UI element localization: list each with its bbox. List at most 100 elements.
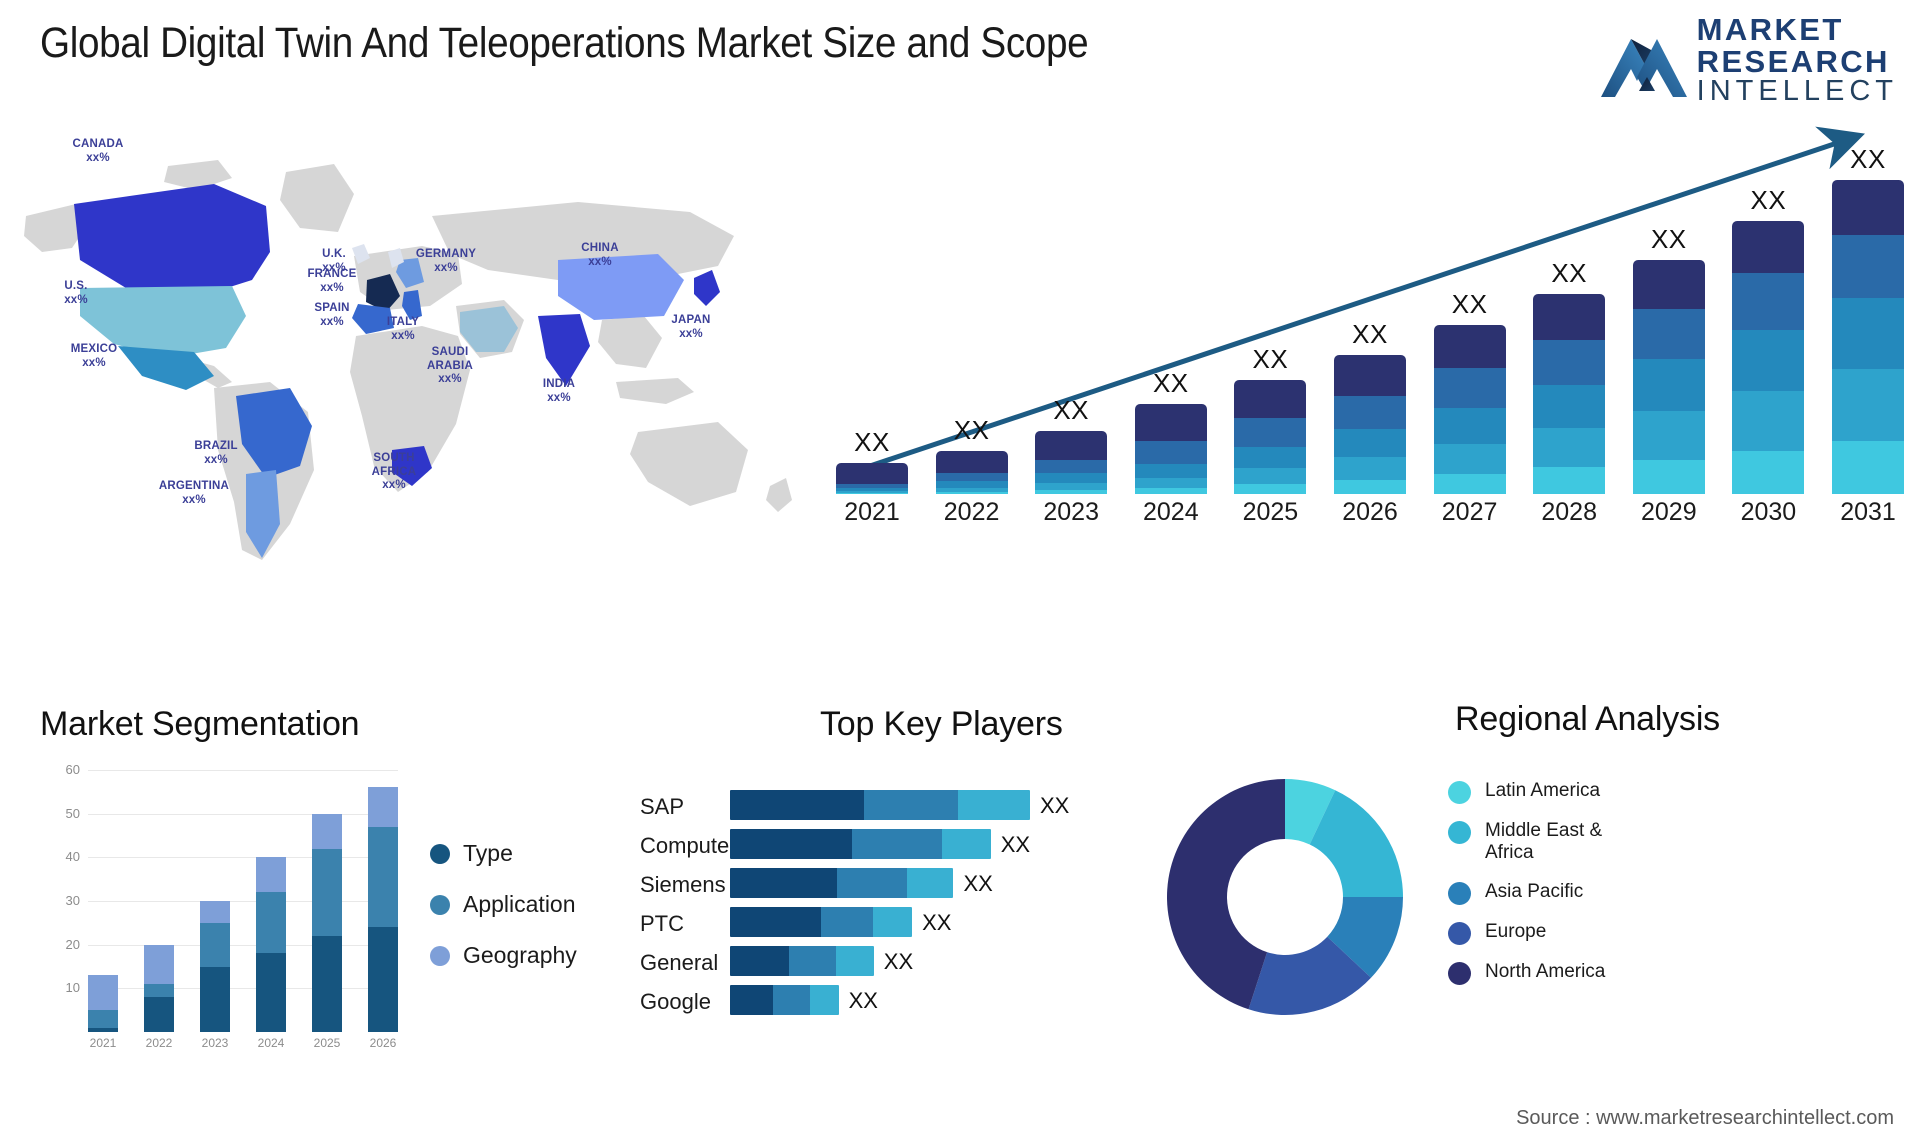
forecast-bar-segment <box>1433 325 1506 369</box>
forecast-bar-segment <box>836 463 908 485</box>
key-player-value-label: XX <box>883 949 914 974</box>
market-size-forecast-chart: XX XX XX XX XX XX XX XX XX XX XX 2021 2022 2023 2024 2… <box>836 122 1904 542</box>
forecast-bar-stack <box>1632 260 1705 494</box>
forecast-bar-segment <box>1334 429 1406 457</box>
map-label-mexico: MEXICO xx% <box>70 343 118 369</box>
key-player-value-label: XX <box>922 910 952 935</box>
key-player-bar-segment <box>957 790 1030 820</box>
forecast-bar-segment <box>1632 459 1705 494</box>
forecast-bar-stack <box>1035 431 1108 494</box>
forecast-year-label: 2031 <box>1840 498 1896 526</box>
regional-legend-item[interactable]: Latin America <box>1448 780 1635 804</box>
regional-legend-label: Europe <box>1485 920 1547 942</box>
segmentation-gridline <box>88 901 398 902</box>
forecast-bar-segment <box>1234 380 1307 418</box>
forecast-bar-segment <box>935 491 1008 494</box>
regional-analysis-title: Regional Analysis <box>1455 700 1720 738</box>
forecast-year-label: 2028 <box>1541 498 1597 526</box>
forecast-bar-value-label: XX <box>1850 144 1886 174</box>
forecast-bar-segment <box>1334 456 1406 480</box>
segmentation-bar-segment <box>88 975 118 1011</box>
segmentation-bar <box>88 975 118 1032</box>
forecast-bar-stack <box>836 463 908 494</box>
segmentation-bar-segment <box>256 892 286 954</box>
forecast-bar-stack <box>1433 325 1506 494</box>
forecast-bars-plot: XX XX XX XX XX XX XX XX XX XX XX <box>836 122 1904 494</box>
forecast-bar-column: XX <box>1134 368 1207 494</box>
market-segmentation-chart: 10 20 30 40 50 60 2021 2022 2023 2024 2025 2026 Ty… <box>40 762 620 1102</box>
forecast-bar-segment <box>1533 294 1606 341</box>
infographic-root: Global Digital Twin And Teleoperations M… <box>0 0 1920 1146</box>
regional-legend-label: Middle East & Africa <box>1485 820 1603 864</box>
legend-dot-icon <box>1448 781 1471 804</box>
forecast-bar-segment <box>1035 489 1108 494</box>
segmentation-x-tick: 2026 <box>369 1036 397 1050</box>
regional-legend-item[interactable]: North America <box>1448 961 1635 985</box>
key-player-bar-segment <box>773 985 810 1015</box>
regional-legend-item[interactable]: Europe <box>1448 921 1635 945</box>
mountain-m-logo-icon <box>1600 39 1687 98</box>
regional-legend-item[interactable]: Asia Pacific <box>1448 881 1635 905</box>
forecast-bar-segment <box>1732 273 1805 330</box>
segmentation-bar-segment <box>88 1010 118 1028</box>
segmentation-bar-segment <box>200 922 230 967</box>
segmentation-bar-segment <box>368 826 398 928</box>
segmentation-bar <box>368 787 398 1032</box>
forecast-bar-value-label: XX <box>854 427 890 457</box>
segmentation-bar <box>200 901 230 1032</box>
legend-dot-icon <box>430 945 450 966</box>
segmentation-legend: Type Application Geography <box>430 840 577 993</box>
legend-dot-icon <box>1448 821 1471 844</box>
segmentation-legend-item[interactable]: Geography <box>430 942 577 969</box>
forecast-bar-value-label: XX <box>1750 185 1787 215</box>
map-label-france: FRANCE xx% <box>307 268 357 294</box>
forecast-year-label: 2026 <box>1342 498 1398 526</box>
key-player-bar <box>730 985 839 1015</box>
segmentation-bar-segment <box>368 787 398 827</box>
segmentation-gridline <box>88 770 398 771</box>
key-player-value-label: XX <box>1040 793 1070 818</box>
forecast-bar-segment <box>1632 260 1705 310</box>
segmentation-legend-item[interactable]: Application <box>430 891 577 918</box>
map-label-argentina: ARGENTINA xx% <box>158 480 230 506</box>
segmentation-x-tick: 2022 <box>145 1036 173 1050</box>
segmentation-y-tick: 20 <box>65 936 80 952</box>
segmentation-gridline <box>88 857 398 859</box>
forecast-bar-segment <box>1234 447 1307 469</box>
logo-line-market: MARKET <box>1696 12 1844 47</box>
regional-legend-label: Asia Pacific <box>1485 880 1584 902</box>
forecast-bar-column: XX <box>836 427 908 494</box>
segmentation-bar <box>256 857 286 1032</box>
page-title: Global Digital Twin And Teleoperations M… <box>40 19 1089 67</box>
segmentation-bar-segment <box>256 953 286 1032</box>
segmentation-bar-segment <box>256 857 286 893</box>
regional-legend-item[interactable]: Middle East & Africa <box>1448 820 1635 865</box>
forecast-bar-value-label: XX <box>1152 368 1189 398</box>
key-player-bar-segment <box>788 946 836 976</box>
key-player-bar <box>730 946 874 976</box>
regional-legend: Latin America Middle East & Africa Asia Pa… <box>1448 780 1635 1001</box>
forecast-bar-stack <box>1533 294 1606 494</box>
segmentation-legend-item[interactable]: Type <box>430 840 577 867</box>
forecast-year-label: 2029 <box>1640 498 1697 526</box>
forecast-bar-segment <box>935 473 1008 482</box>
key-player-bar-segment <box>872 907 913 937</box>
forecast-year-label: 2027 <box>1441 498 1498 526</box>
segmentation-bar <box>312 813 342 1032</box>
key-player-bar-segment <box>835 946 874 976</box>
legend-dot-icon <box>430 894 450 915</box>
segmentation-x-tick: 2025 <box>313 1036 341 1050</box>
key-player-bar-segment <box>942 829 991 859</box>
segmentation-bar-segment <box>88 1027 118 1032</box>
forecast-bar-column: XX <box>1832 144 1904 494</box>
segmentation-x-tick: 2023 <box>201 1036 229 1050</box>
top-key-players-title: Top Key Players <box>820 705 1063 743</box>
forecast-bar-segment <box>1832 369 1904 442</box>
forecast-bar-value-label: XX <box>1451 289 1488 319</box>
forecast-year-label: 2023 <box>1043 498 1099 526</box>
segmentation-gridline <box>88 988 398 990</box>
forecast-year-label: 2030 <box>1740 498 1797 526</box>
map-label-south-africa: SOUTH AFRICA xx% <box>371 452 417 492</box>
segmentation-bar-segment <box>144 983 174 998</box>
forecast-bar-segment <box>1134 440 1207 464</box>
